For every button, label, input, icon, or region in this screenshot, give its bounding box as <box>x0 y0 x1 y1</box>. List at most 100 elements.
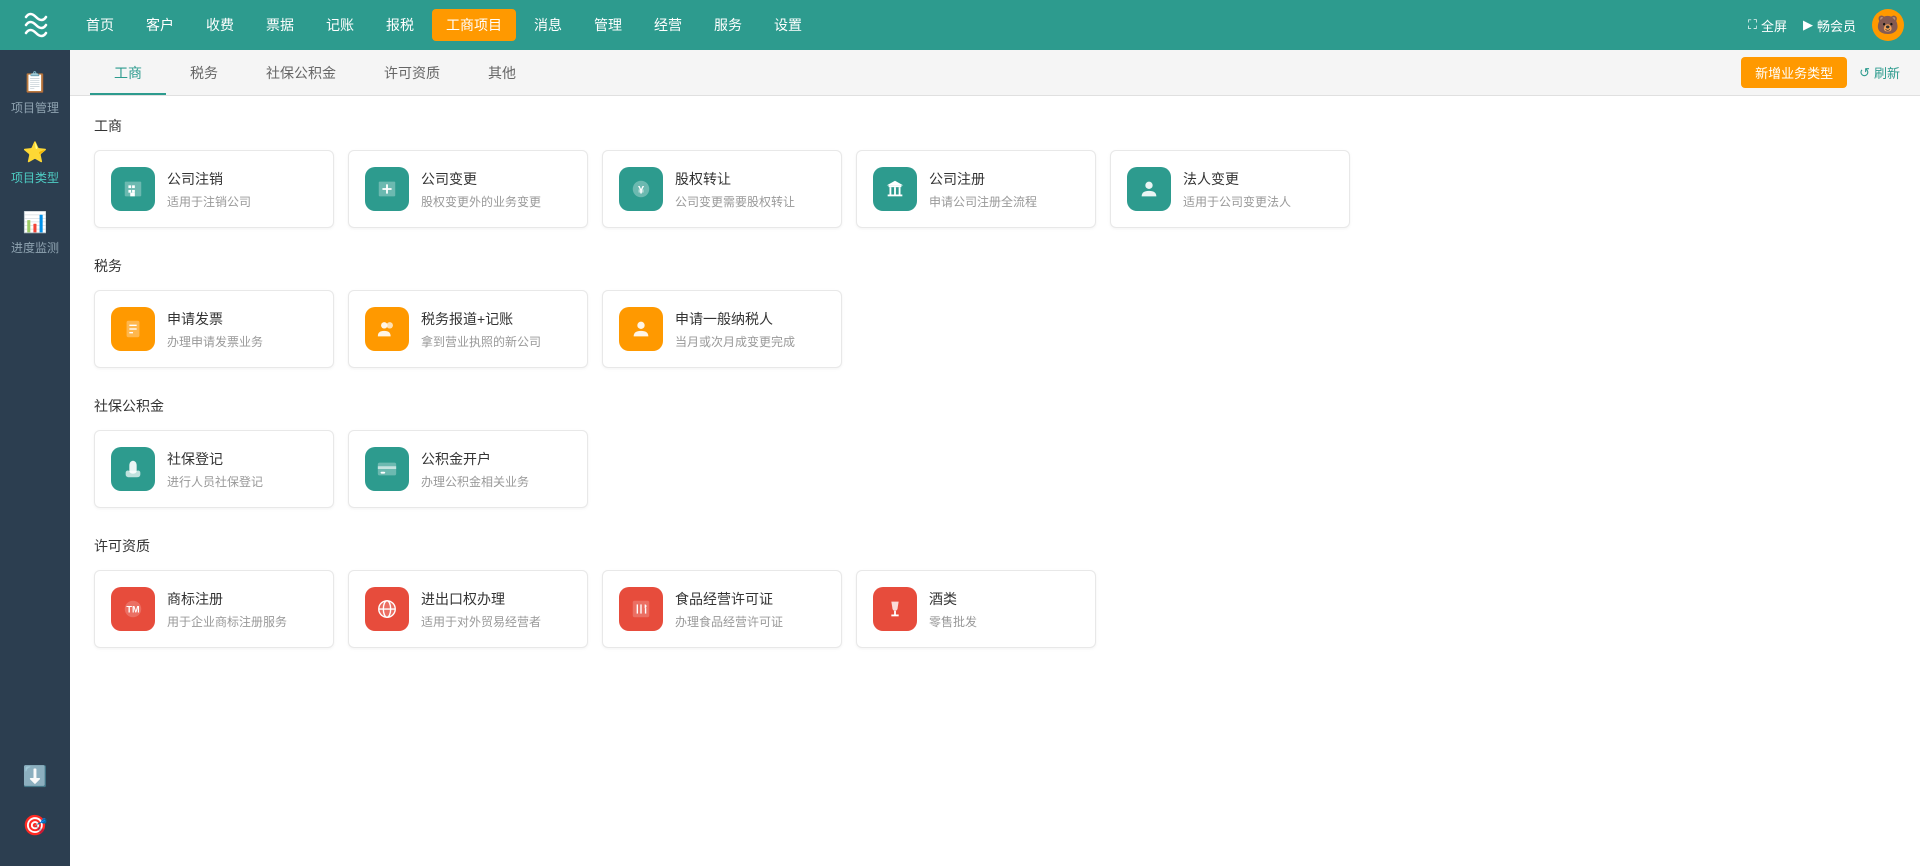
fullscreen-label: 全屏 <box>1761 16 1787 35</box>
sidebar-bottom-icon: 🎯 <box>23 813 48 838</box>
service-card[interactable]: 公司注册申请公司注册全流程 <box>856 150 1096 228</box>
sidebar-item-label: 项目类型 <box>11 169 59 186</box>
refresh-icon: ↺ <box>1859 65 1870 81</box>
card-icon <box>873 587 917 631</box>
nav-item-管理[interactable]: 管理 <box>580 9 636 41</box>
nav-item-工商项目[interactable]: 工商项目 <box>432 9 516 41</box>
tab-item-社保公积金[interactable]: 社保公积金 <box>242 51 360 95</box>
card-icon <box>619 587 663 631</box>
content-area: 工商税务社保公积金许可资质其他 新增业务类型 ↺ 刷新 工商公司注销适用于注销公… <box>70 50 1920 866</box>
scroll-content[interactable]: 工商公司注销适用于注销公司公司变更股权变更外的业务变更¥股权转让公司变更需要股权… <box>70 96 1920 866</box>
sidebar-bottom-item[interactable]: 🎯 <box>0 801 70 850</box>
vip-label: 畅会员 <box>1817 16 1856 35</box>
card-title: 税务报道+记账 <box>421 309 571 329</box>
tab-item-税务[interactable]: 税务 <box>166 51 242 95</box>
tabs: 工商税务社保公积金许可资质其他 <box>90 51 1741 95</box>
svg-text:TM: TM <box>126 605 140 615</box>
service-card[interactable]: 公司注销适用于注销公司 <box>94 150 334 228</box>
service-card[interactable]: 公积金开户办理公积金相关业务 <box>348 430 588 508</box>
tab-item-其他[interactable]: 其他 <box>464 51 540 95</box>
service-card[interactable]: 申请发票办理申请发票业务 <box>94 290 334 368</box>
nav-item-票据[interactable]: 票据 <box>252 9 308 41</box>
service-card[interactable]: 税务报道+记账拿到营业执照的新公司 <box>348 290 588 368</box>
card-title: 申请发票 <box>167 309 317 329</box>
tab-actions: 新增业务类型 ↺ 刷新 <box>1741 57 1900 88</box>
sidebar-bottom-item[interactable]: ⬇️ <box>0 752 70 801</box>
card-info: 公司注销适用于注销公司 <box>167 169 317 210</box>
vip-button[interactable]: ▶ 畅会员 <box>1803 16 1856 35</box>
card-title: 公积金开户 <box>421 449 571 469</box>
tab-item-许可资质[interactable]: 许可资质 <box>360 51 464 95</box>
card-info: 申请发票办理申请发票业务 <box>167 309 317 350</box>
card-info: 股权转让公司变更需要股权转让 <box>675 169 825 210</box>
card-desc: 零售批发 <box>929 613 1079 630</box>
section-社保公积金: 社保公积金社保登记进行人员社保登记公积金开户办理公积金相关业务 <box>94 396 1896 508</box>
sidebar-bottom: ⬇️ 🎯 <box>0 752 70 866</box>
card-title: 社保登记 <box>167 449 317 469</box>
card-icon <box>111 447 155 491</box>
sidebar-item-进度监测[interactable]: 📊进度监测 <box>0 198 70 268</box>
card-title: 股权转让 <box>675 169 825 189</box>
nav-item-首页[interactable]: 首页 <box>72 9 128 41</box>
card-desc: 进行人员社保登记 <box>167 473 317 490</box>
nav-item-消息[interactable]: 消息 <box>520 9 576 41</box>
card-title: 商标注册 <box>167 589 317 609</box>
card-icon <box>1127 167 1171 211</box>
card-icon <box>365 167 409 211</box>
tab-item-工商[interactable]: 工商 <box>90 51 166 95</box>
service-card[interactable]: 食品经营许可证办理食品经营许可证 <box>602 570 842 648</box>
card-title: 进出口权办理 <box>421 589 571 609</box>
sidebar-icon: 📋 <box>23 70 48 95</box>
card-desc: 适用于对外贸易经营者 <box>421 613 571 630</box>
nav-item-记账[interactable]: 记账 <box>312 9 368 41</box>
nav-item-服务[interactable]: 服务 <box>700 9 756 41</box>
nav-item-经营[interactable]: 经营 <box>640 9 696 41</box>
service-card[interactable]: TM商标注册用于企业商标注册服务 <box>94 570 334 648</box>
card-info: 申请一般纳税人当月或次月成变更完成 <box>675 309 825 350</box>
vip-icon: ▶ <box>1803 17 1813 33</box>
section-title: 许可资质 <box>94 536 1896 556</box>
card-desc: 适用于注销公司 <box>167 193 317 210</box>
card-icon <box>365 307 409 351</box>
sidebar-item-项目管理[interactable]: 📋项目管理 <box>0 58 70 128</box>
new-type-button[interactable]: 新增业务类型 <box>1741 57 1847 88</box>
logo <box>16 5 56 45</box>
card-desc: 办理申请发票业务 <box>167 333 317 350</box>
service-card[interactable]: 酒类零售批发 <box>856 570 1096 648</box>
card-icon <box>619 307 663 351</box>
service-card[interactable]: ¥股权转让公司变更需要股权转让 <box>602 150 842 228</box>
card-info: 公司注册申请公司注册全流程 <box>929 169 1079 210</box>
nav-item-客户[interactable]: 客户 <box>132 9 188 41</box>
cards-grid: TM商标注册用于企业商标注册服务进出口权办理适用于对外贸易经营者食品经营许可证办… <box>94 570 1896 648</box>
card-desc: 办理公积金相关业务 <box>421 473 571 490</box>
nav-item-收费[interactable]: 收费 <box>192 9 248 41</box>
nav-item-设置[interactable]: 设置 <box>760 9 816 41</box>
card-info: 公积金开户办理公积金相关业务 <box>421 449 571 490</box>
card-desc: 适用于公司变更法人 <box>1183 193 1333 210</box>
service-card[interactable]: 法人变更适用于公司变更法人 <box>1110 150 1350 228</box>
fullscreen-button[interactable]: ⛶ 全屏 <box>1748 16 1787 35</box>
card-icon <box>365 587 409 631</box>
card-title: 法人变更 <box>1183 169 1333 189</box>
card-info: 社保登记进行人员社保登记 <box>167 449 317 490</box>
service-card[interactable]: 公司变更股权变更外的业务变更 <box>348 150 588 228</box>
main-layout: 📋项目管理⭐项目类型📊进度监测 ⬇️🎯 工商税务社保公积金许可资质其他 新增业务… <box>0 50 1920 866</box>
card-title: 申请一般纳税人 <box>675 309 825 329</box>
card-info: 法人变更适用于公司变更法人 <box>1183 169 1333 210</box>
card-info: 公司变更股权变更外的业务变更 <box>421 169 571 210</box>
sidebar-item-项目类型[interactable]: ⭐ 项目类型 <box>0 128 70 198</box>
cards-grid: 社保登记进行人员社保登记 公积金开户办理公积金相关业务 <box>94 430 1896 508</box>
card-title: 酒类 <box>929 589 1079 609</box>
card-icon <box>365 447 409 491</box>
nav-item-报税[interactable]: 报税 <box>372 9 428 41</box>
service-card[interactable]: 社保登记进行人员社保登记 <box>94 430 334 508</box>
refresh-button[interactable]: ↺ 刷新 <box>1859 63 1900 82</box>
tab-bar: 工商税务社保公积金许可资质其他 新增业务类型 ↺ 刷新 <box>70 50 1920 96</box>
service-card[interactable]: 申请一般纳税人当月或次月成变更完成 <box>602 290 842 368</box>
card-icon: TM <box>111 587 155 631</box>
service-card[interactable]: 进出口权办理适用于对外贸易经营者 <box>348 570 588 648</box>
sidebar-icon: ⭐ <box>23 140 48 165</box>
avatar[interactable]: 🐻 <box>1872 9 1904 41</box>
top-navigation: 首页客户收费票据记账报税工商项目消息管理经营服务设置 ⛶ 全屏 ▶ 畅会员 🐻 <box>0 0 1920 50</box>
card-title: 食品经营许可证 <box>675 589 825 609</box>
